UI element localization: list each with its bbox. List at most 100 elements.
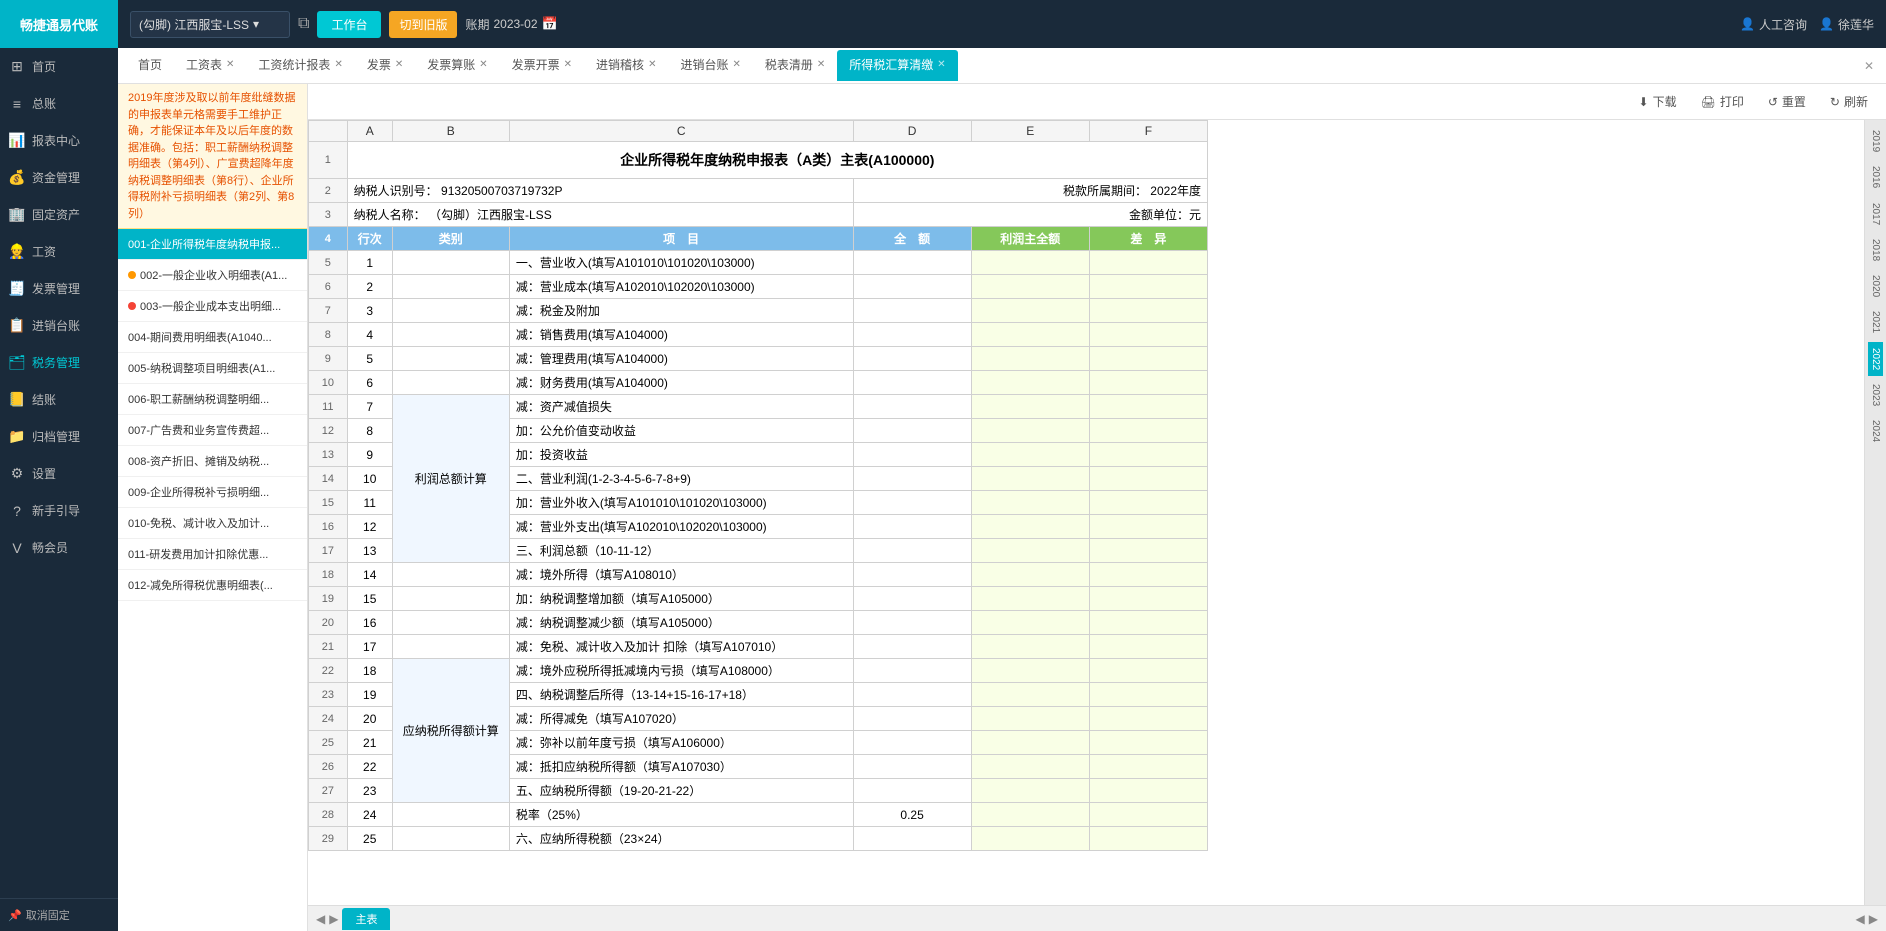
cell-xiangmu[interactable]: 一、营业收入(填写A101010\101020\103000) <box>509 251 853 275</box>
cell-leibie[interactable] <box>392 275 509 299</box>
cell-quane[interactable] <box>853 587 971 611</box>
cell-xiangmu[interactable]: 减：税金及附加 <box>509 299 853 323</box>
cell-lirun[interactable] <box>971 395 1089 419</box>
sidebar-item-archive[interactable]: 📁 归档管理 <box>0 418 118 455</box>
cell-quane[interactable] <box>853 443 971 467</box>
cell-quane[interactable] <box>853 611 971 635</box>
sheet-scroll-right[interactable]: ▶ <box>1869 912 1878 926</box>
cell-chay[interactable] <box>1089 539 1207 563</box>
form-item-004[interactable]: 004-期间费用明细表(A1040... <box>118 322 307 353</box>
download-button[interactable]: ⬇ 下载 <box>1633 90 1683 113</box>
cell-xingci[interactable]: 7 <box>347 395 392 419</box>
cell-leibie[interactable]: 利润总额计算 <box>392 395 509 563</box>
tab-invoice-calc[interactable]: 发票算账 ✕ <box>415 50 499 81</box>
cell-xingci[interactable]: 25 <box>347 827 392 851</box>
cell-chay[interactable] <box>1089 467 1207 491</box>
close-icon[interactable]: ✕ <box>937 59 945 70</box>
cell-lirun[interactable] <box>971 467 1089 491</box>
cell-lirun[interactable] <box>971 707 1089 731</box>
cell-xingci[interactable]: 23 <box>347 779 392 803</box>
cell-leibie[interactable] <box>392 827 509 851</box>
cell-xiangmu[interactable]: 三、利润总额（10-11-12） <box>509 539 853 563</box>
sidebar-item-reports[interactable]: 📊 报表中心 <box>0 122 118 159</box>
cell-lirun[interactable] <box>971 323 1089 347</box>
cell-lirun[interactable] <box>971 803 1089 827</box>
sidebar-item-purchase[interactable]: 📋 进销台账 <box>0 307 118 344</box>
tab-tax-list[interactable]: 税表清册 ✕ <box>753 50 837 81</box>
tab-purchase-ledger[interactable]: 进销台账 ✕ <box>668 50 752 81</box>
close-icon[interactable]: ✕ <box>479 59 487 70</box>
form-item-009[interactable]: 009-企业所得税补亏损明细... <box>118 477 307 508</box>
cell-chay[interactable] <box>1089 515 1207 539</box>
cell-xingci[interactable]: 24 <box>347 803 392 827</box>
tab-invoice-open[interactable]: 发票开票 ✕ <box>500 50 584 81</box>
cell-xingci[interactable]: 21 <box>347 731 392 755</box>
cell-xingci[interactable]: 11 <box>347 491 392 515</box>
cell-quane[interactable] <box>853 515 971 539</box>
year-item-2016[interactable]: 2016 <box>1868 160 1883 194</box>
cell-leibie[interactable] <box>392 803 509 827</box>
ai-consult[interactable]: 👤 人工咨询 <box>1740 16 1807 33</box>
cell-chay[interactable] <box>1089 659 1207 683</box>
work-button[interactable]: 工作台 <box>317 11 381 38</box>
copy-icon[interactable]: ⧉ <box>298 15 309 33</box>
cell-lirun[interactable] <box>971 443 1089 467</box>
cell-xiangmu[interactable]: 五、应纳税所得额（19-20-21-22） <box>509 779 853 803</box>
cell-chay[interactable] <box>1089 779 1207 803</box>
cell-xingci[interactable]: 3 <box>347 299 392 323</box>
sidebar-item-guide[interactable]: ? 新手引导 <box>0 492 118 529</box>
tab-income-tax[interactable]: 所得税汇算清缴 ✕ <box>837 50 957 81</box>
cell-lirun[interactable] <box>971 587 1089 611</box>
nav-close-all[interactable]: ✕ <box>1860 59 1878 73</box>
cell-leibie[interactable] <box>392 635 509 659</box>
year-item-2018[interactable]: 2018 <box>1868 233 1883 267</box>
sidebar-item-ledger[interactable]: ≡ 总账 <box>0 85 118 122</box>
cell-quane[interactable] <box>853 371 971 395</box>
cell-quane[interactable] <box>853 659 971 683</box>
cell-leibie[interactable] <box>392 611 509 635</box>
cell-chay[interactable] <box>1089 611 1207 635</box>
cell-leibie[interactable]: 应纳税所得额计算 <box>392 659 509 803</box>
cell-chay[interactable] <box>1089 323 1207 347</box>
cell-lirun[interactable] <box>971 731 1089 755</box>
cell-lirun[interactable] <box>971 539 1089 563</box>
sidebar-item-home[interactable]: ⊞ 首页 <box>0 48 118 85</box>
cell-lirun[interactable] <box>971 491 1089 515</box>
form-item-008[interactable]: 008-资产折旧、摊销及纳税... <box>118 446 307 477</box>
cell-chay[interactable] <box>1089 251 1207 275</box>
cell-xiangmu[interactable]: 加：公允价值变动收益 <box>509 419 853 443</box>
cell-xingci[interactable]: 14 <box>347 563 392 587</box>
sheet-tab-main[interactable]: 主表 <box>342 908 390 930</box>
cell-xiangmu[interactable]: 四、纳税调整后所得（13-14+15-16-17+18） <box>509 683 853 707</box>
sidebar-item-payroll[interactable]: 👷 工资 <box>0 233 118 270</box>
form-item-002[interactable]: 002-一般企业收入明细表(A1... <box>118 260 307 291</box>
form-item-011[interactable]: 011-研发费用加计扣除优惠... <box>118 539 307 570</box>
cell-quane[interactable] <box>853 539 971 563</box>
cell-xingci[interactable]: 6 <box>347 371 392 395</box>
cell-quane[interactable] <box>853 731 971 755</box>
close-icon[interactable]: ✕ <box>648 59 656 70</box>
cell-leibie[interactable] <box>392 299 509 323</box>
switch-button[interactable]: 切到旧版 <box>389 11 457 38</box>
cell-xiangmu[interactable]: 减：境外所得（填写A108010） <box>509 563 853 587</box>
cell-xiangmu[interactable]: 加：纳税调整增加额（填写A105000） <box>509 587 853 611</box>
refresh-button[interactable]: ↻ 刷新 <box>1824 90 1874 113</box>
sidebar-item-vip[interactable]: V 畅会员 <box>0 529 118 566</box>
cell-lirun[interactable] <box>971 371 1089 395</box>
cell-quane[interactable] <box>853 683 971 707</box>
cell-chay[interactable] <box>1089 443 1207 467</box>
print-button[interactable]: 🖨 打印 <box>1695 90 1750 113</box>
tab-payroll[interactable]: 工资表 ✕ <box>174 50 246 81</box>
company-selector[interactable]: (勾脚) 江西服宝-LSS ▾ <box>130 11 290 38</box>
cell-xingci[interactable]: 17 <box>347 635 392 659</box>
year-item-2021[interactable]: 2021 <box>1868 305 1883 339</box>
cell-xiangmu[interactable]: 加：投资收益 <box>509 443 853 467</box>
sidebar-item-assets[interactable]: 🏢 固定资产 <box>0 196 118 233</box>
cell-chay[interactable] <box>1089 827 1207 851</box>
cell-quane[interactable] <box>853 563 971 587</box>
cell-lirun[interactable] <box>971 755 1089 779</box>
cell-xingci[interactable]: 19 <box>347 683 392 707</box>
cell-lirun[interactable] <box>971 299 1089 323</box>
sidebar-item-tax[interactable]: 🗂 税务管理 <box>0 344 118 381</box>
cell-leibie[interactable] <box>392 563 509 587</box>
